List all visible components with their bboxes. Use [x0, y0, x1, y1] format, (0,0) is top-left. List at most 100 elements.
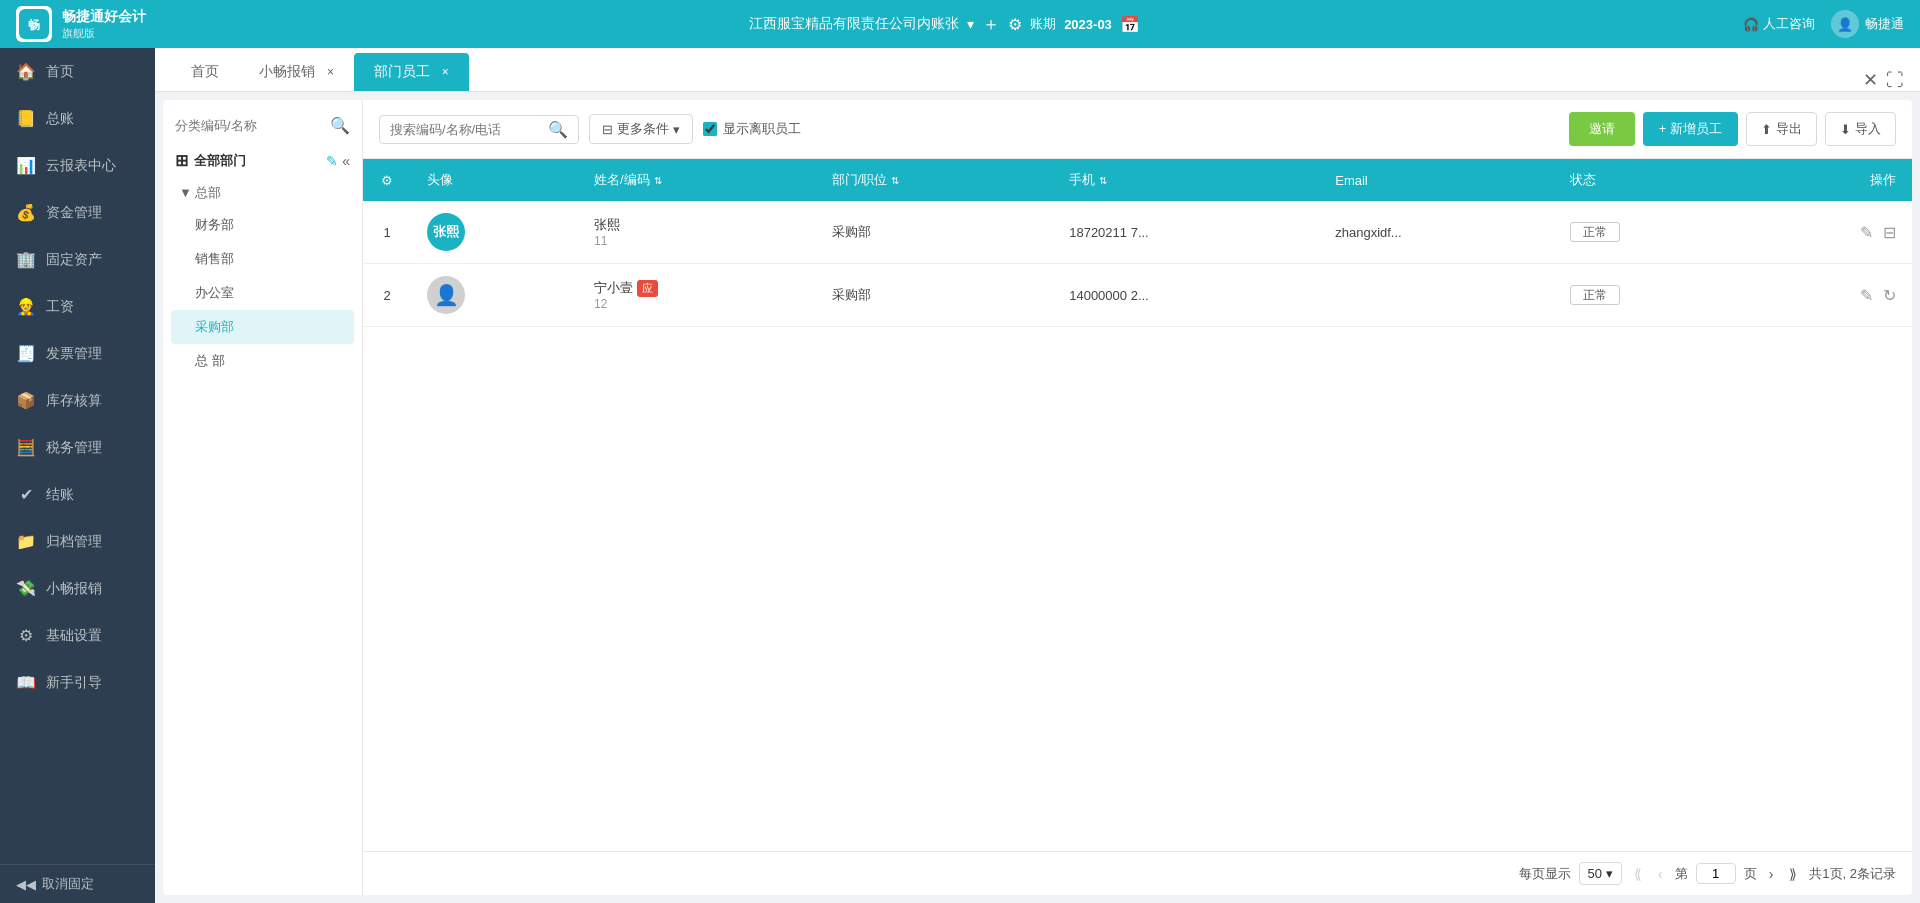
- row1-avatar: 张熙: [427, 213, 465, 251]
- col-dept-label: 部门/职位: [832, 171, 888, 189]
- tab-department-label: 部门员工: [374, 63, 430, 79]
- company-dropdown-button[interactable]: ▾: [967, 16, 974, 32]
- dept-search-input[interactable]: [175, 118, 324, 133]
- prev-page-button[interactable]: ‹: [1654, 864, 1667, 884]
- user-area[interactable]: 👤 畅捷通: [1831, 10, 1904, 38]
- dept-tools: ✎ «: [326, 153, 350, 169]
- table-header-row: ⚙ 头像 姓名/编码 ⇅ 部门/: [363, 159, 1912, 201]
- sidebar-item-archive[interactable]: 📁 归档管理: [0, 518, 155, 565]
- sidebar: 🏠 首页 📒 总账 📊 云报表中心 💰 资金管理 🏢 固定资产 👷 工资 🧾 发…: [0, 48, 155, 903]
- tab-expense[interactable]: 小畅报销 ×: [239, 53, 354, 91]
- sidebar-item-fixed-assets[interactable]: 🏢 固定资产: [0, 236, 155, 283]
- row2-edit-icon[interactable]: ✎: [1860, 286, 1873, 305]
- chevron-down-icon: ▾: [673, 122, 680, 137]
- dept-item-finance[interactable]: 财务部: [171, 208, 354, 242]
- page-total-label: 共1页, 2条记录: [1809, 865, 1896, 883]
- row1-disable-icon[interactable]: ⊟: [1883, 223, 1896, 242]
- add-company-button[interactable]: ＋: [982, 12, 1000, 36]
- row2-name-area: 宁小壹 应: [594, 279, 800, 297]
- sidebar-item-label: 归档管理: [46, 533, 102, 551]
- dept-item-sales[interactable]: 销售部: [171, 242, 354, 276]
- settings-gear-button[interactable]: ⚙: [1008, 15, 1022, 34]
- current-page-input[interactable]: [1696, 863, 1736, 884]
- page-suffix-label: 页: [1744, 865, 1757, 883]
- sort-icon-phone: ⇅: [1099, 175, 1107, 186]
- next-page-button[interactable]: ›: [1765, 864, 1778, 884]
- col-name-code[interactable]: 姓名/编码 ⇅: [578, 159, 816, 201]
- sidebar-item-label: 基础设置: [46, 627, 102, 645]
- tab-expand-button[interactable]: ⛶: [1886, 70, 1904, 91]
- col-dept-position[interactable]: 部门/职位 ⇅: [816, 159, 1054, 201]
- col-actions: 操作: [1750, 159, 1912, 201]
- show-resigned-checkbox-label[interactable]: 显示离职员工: [703, 120, 801, 138]
- row2-status: 正常: [1554, 264, 1750, 327]
- row2-phone: 14000000 2...: [1053, 264, 1319, 327]
- row2-badge: 应: [637, 280, 658, 297]
- sidebar-item-tax[interactable]: 🧮 税务管理: [0, 424, 155, 471]
- avatar: 👤: [1831, 10, 1859, 38]
- dept-edit-button[interactable]: ✎: [326, 153, 338, 169]
- tab-expense-close[interactable]: ×: [327, 65, 334, 79]
- export-button[interactable]: ⬆ 导出: [1746, 112, 1817, 146]
- row2-email: [1319, 264, 1554, 327]
- sidebar-item-expense[interactable]: 💸 小畅报销: [0, 565, 155, 612]
- app-subtitle: 旗舰版: [62, 26, 146, 41]
- more-filter-button[interactable]: ⊟ 更多条件 ▾: [589, 114, 693, 144]
- sidebar-item-closing[interactable]: ✔ 结账: [0, 471, 155, 518]
- settings-icon: ⚙: [16, 626, 36, 645]
- tab-department[interactable]: 部门员工 ×: [354, 53, 469, 91]
- sidebar-item-home[interactable]: 🏠 首页: [0, 48, 155, 95]
- col-phone[interactable]: 手机 ⇅: [1053, 159, 1319, 201]
- row1-edit-icon[interactable]: ✎: [1860, 223, 1873, 242]
- dept-sidebar: 🔍 ⊞ 全部部门 ✎ « ▼ 总部 财务部 销售部 办公室 采购部 总 部: [163, 100, 363, 895]
- service-button[interactable]: 🎧 人工咨询: [1743, 15, 1815, 33]
- table-row: 1 张熙 张熙 11 采购部 18720211 7... z: [363, 201, 1912, 264]
- dept-all-departments[interactable]: ⊞ 全部部门 ✎ «: [163, 143, 362, 178]
- sidebar-item-invoice[interactable]: 🧾 发票管理: [0, 330, 155, 377]
- row1-phone: 18720211 7...: [1053, 201, 1319, 264]
- search-icon: 🔍: [548, 120, 568, 139]
- svg-text:畅: 畅: [28, 18, 40, 32]
- tab-close-button[interactable]: ✕: [1863, 69, 1878, 91]
- col-email: Email: [1319, 159, 1554, 201]
- import-button[interactable]: ⬇ 导入: [1825, 112, 1896, 146]
- sidebar-item-settings[interactable]: ⚙ 基础设置: [0, 612, 155, 659]
- sidebar-item-payroll[interactable]: 👷 工资: [0, 283, 155, 330]
- calendar-icon-button[interactable]: 📅: [1120, 15, 1140, 34]
- user-name: 畅捷通: [1865, 15, 1904, 33]
- show-resigned-checkbox[interactable]: [703, 122, 717, 136]
- headset-icon: 🎧: [1743, 17, 1759, 32]
- dept-item-purchasing[interactable]: 采购部: [171, 310, 354, 344]
- row2-code: 12: [594, 297, 800, 311]
- col-status: 状态: [1554, 159, 1750, 201]
- page-content: 🔍 ⊞ 全部部门 ✎ « ▼ 总部 财务部 销售部 办公室 采购部 总 部: [163, 100, 1912, 895]
- sidebar-item-label: 结账: [46, 486, 74, 504]
- sidebar-item-funds[interactable]: 💰 资金管理: [0, 189, 155, 236]
- invite-button[interactable]: 邀请: [1569, 112, 1635, 146]
- tab-home[interactable]: 首页: [171, 53, 239, 91]
- sidebar-item-label: 首页: [46, 63, 74, 81]
- row1-name: 张熙: [594, 216, 800, 234]
- dept-item-general[interactable]: 总 部: [171, 344, 354, 378]
- dept-item-office[interactable]: 办公室: [171, 276, 354, 310]
- sidebar-unpin-button[interactable]: ◀◀ 取消固定: [0, 864, 155, 903]
- top-header: 畅 畅捷通好会计 旗舰版 江西服宝精品有限责任公司内账张 ▾ ＋ ⚙ 账期 20…: [0, 0, 1920, 48]
- sidebar-item-label: 资金管理: [46, 204, 102, 222]
- add-employee-button[interactable]: + 新增员工: [1643, 112, 1738, 146]
- sidebar-item-reports[interactable]: 📊 云报表中心: [0, 142, 155, 189]
- unpin-label: 取消固定: [42, 875, 94, 893]
- guide-icon: 📖: [16, 673, 36, 692]
- dept-collapse-button[interactable]: «: [342, 153, 350, 169]
- sidebar-item-inventory[interactable]: 📦 库存核算: [0, 377, 155, 424]
- col-settings[interactable]: ⚙: [363, 159, 411, 201]
- employee-search-input[interactable]: [390, 122, 542, 137]
- row2-avatar-cell: 👤: [411, 264, 578, 327]
- last-page-button[interactable]: ⟫: [1785, 864, 1801, 884]
- sidebar-item-general-ledger[interactable]: 📒 总账: [0, 95, 155, 142]
- row2-refresh-icon[interactable]: ↻: [1883, 286, 1896, 305]
- tab-department-close[interactable]: ×: [442, 65, 449, 79]
- sidebar-item-guide[interactable]: 📖 新手引导: [0, 659, 155, 706]
- per-page-select[interactable]: 50 ▾: [1579, 862, 1622, 885]
- sidebar-item-label: 工资: [46, 298, 74, 316]
- first-page-button[interactable]: ⟪: [1630, 864, 1646, 884]
